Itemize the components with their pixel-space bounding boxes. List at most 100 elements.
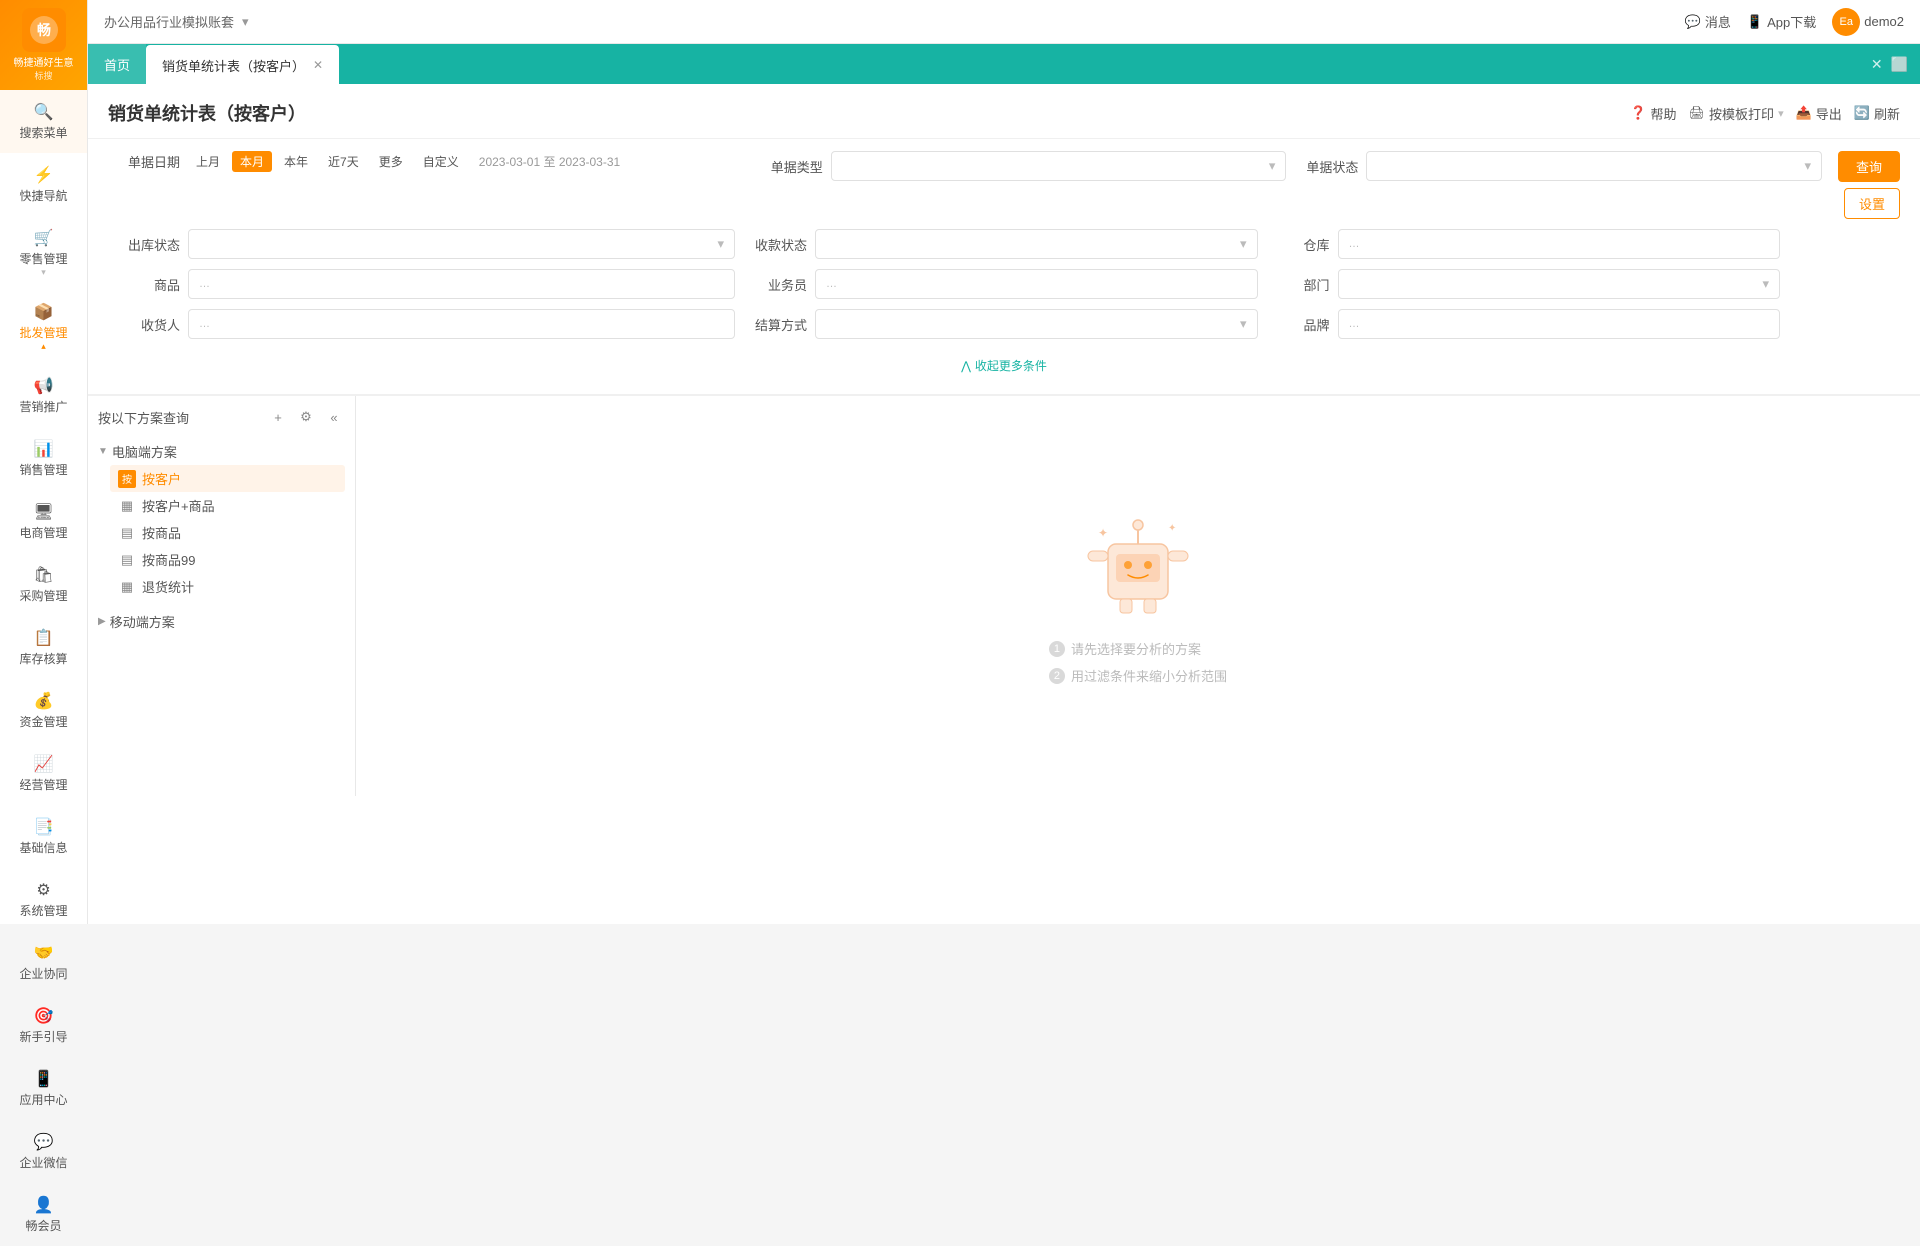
export-label: 导出: [1816, 104, 1842, 123]
sidebar-item-management[interactable]: 📈 经营管理: [0, 742, 87, 805]
sidebar-item-search[interactable]: 🔍 搜索菜单: [0, 90, 87, 153]
retail-icon: 🛒: [34, 228, 54, 248]
sidebar-item-label: 搜索菜单: [19, 124, 67, 141]
scheme-settings-button[interactable]: ⚙: [295, 406, 317, 428]
avatar: Ea: [1832, 8, 1860, 36]
brand-select[interactable]: …: [1338, 309, 1781, 339]
sidebar-item-wholesale[interactable]: 📦 批发管理 ▴: [0, 290, 87, 364]
sidebar-item-member[interactable]: 👤 畅会员: [0, 1183, 87, 1246]
template-print-arrow: ▾: [1778, 107, 1784, 120]
settings-icon: ⚙: [300, 409, 312, 425]
scheme-by-product99[interactable]: ▤ 按商品99: [110, 546, 345, 573]
app-download-button[interactable]: 📱 App下载: [1747, 12, 1816, 31]
tabbar-actions: ✕ ⬜: [1871, 56, 1920, 73]
date-shortcut-more[interactable]: 更多: [371, 151, 411, 172]
goods-select[interactable]: …: [188, 269, 735, 299]
empty-tip-1: 1 请先选择要分析的方案: [1049, 639, 1227, 658]
tab-close-icon[interactable]: ✕: [313, 58, 323, 72]
scheme-return-stat[interactable]: ▦ 退货统计: [110, 573, 345, 600]
date-label: 单据日期: [108, 152, 188, 171]
sidebar-item-label: 库存核算: [19, 650, 67, 667]
date-shortcut-this-month[interactable]: 本月: [232, 151, 272, 172]
date-range-display: 2023-03-01 至 2023-03-31: [479, 153, 620, 170]
sidebar-item-marketing[interactable]: 📢 营销推广: [0, 364, 87, 427]
settings-button[interactable]: 设置: [1844, 188, 1900, 219]
page-header: 销货单统计表（按客户） ❓ 帮助 🖨 按模板打印 ▾ 📤 导出 🔄 刷新: [88, 84, 1920, 139]
sidebar-item-purchase[interactable]: 🛍 采购管理: [0, 553, 87, 616]
tab-sales-stat[interactable]: 销货单统计表（按客户） ✕: [146, 45, 339, 85]
sidebar-item-ecommerce[interactable]: 🖥 电商管理: [0, 490, 87, 553]
mobile-scheme-label: 移动端方案: [110, 612, 175, 631]
mobile-scheme-group[interactable]: ▶ 移动端方案: [98, 608, 345, 635]
export-button[interactable]: 📤 导出: [1796, 104, 1842, 123]
tab-minimize-icon[interactable]: ✕: [1871, 56, 1883, 73]
app-logo[interactable]: 畅 畅捷通好生意 标搜: [0, 0, 87, 90]
receiver-select[interactable]: …: [188, 309, 735, 339]
sidebar-item-quick-nav[interactable]: ⚡ 快捷导航: [0, 153, 87, 216]
tab-maximize-icon[interactable]: ⬜: [1891, 56, 1908, 73]
sidebar-item-finance[interactable]: 💰 资金管理: [0, 679, 87, 742]
sidebar-item-app-center[interactable]: 📱 应用中心: [0, 1057, 87, 1120]
out-status-select[interactable]: ▾: [188, 229, 735, 259]
sidebar-item-retail[interactable]: 🛒 零售管理 ▾: [0, 216, 87, 290]
sidebar-item-corp-collab[interactable]: 🤝 企业协同: [0, 931, 87, 994]
topbar-dropdown-icon[interactable]: ▾: [242, 14, 249, 30]
tree-expand-right-icon: ▶: [98, 616, 106, 627]
payment-select[interactable]: ▾: [815, 229, 1258, 259]
refresh-button[interactable]: 🔄 刷新: [1854, 104, 1900, 123]
refresh-icon: 🔄: [1854, 105, 1870, 121]
dept-select[interactable]: ▾: [1338, 269, 1781, 299]
status-label: 单据状态: [1286, 157, 1366, 176]
sidebar-item-basic-info[interactable]: 📑 基础信息: [0, 805, 87, 868]
sidebar-item-label: 基础信息: [19, 839, 67, 856]
type-select[interactable]: ▾: [831, 151, 1287, 181]
query-button[interactable]: 查询: [1838, 151, 1900, 182]
topbar-title: 办公用品行业模拟账套: [104, 12, 234, 31]
chevron-up-icon: ▴: [41, 341, 46, 352]
sales-icon: 📊: [34, 439, 54, 459]
purchase-icon: 🛍: [33, 565, 53, 585]
staff-select[interactable]: …: [815, 269, 1258, 299]
chevron-down-icon: ▾: [41, 267, 46, 278]
left-panel: 按以下方案查询 + ⚙ « ▼: [88, 396, 356, 796]
main-body: ✦ ✦ 1 请先选择要分析的方案 2 用过滤条件来缩小分析范围: [356, 396, 1920, 796]
date-shortcut-this-year[interactable]: 本年: [276, 151, 316, 172]
warehouse-select[interactable]: …: [1338, 229, 1781, 259]
sidebar-item-label: 采购管理: [19, 587, 67, 604]
desktop-scheme-group[interactable]: ▼ 电脑端方案: [98, 438, 345, 465]
scheme-by-customer[interactable]: 按 按客户: [110, 465, 345, 492]
add-scheme-button[interactable]: +: [267, 406, 289, 428]
collapse-label: 收起更多条件: [975, 357, 1047, 374]
scheme-by-customer-product[interactable]: ▦ 按客户+商品: [110, 492, 345, 519]
sidebar-item-inventory[interactable]: 📋 库存核算: [0, 616, 87, 679]
collapse-button[interactable]: ⋀ 收起更多条件: [108, 349, 1900, 382]
date-shortcut-custom[interactable]: 自定义: [415, 151, 467, 172]
sidebar-item-system[interactable]: ⚙ 系统管理: [0, 868, 87, 931]
sidebar-item-sales[interactable]: 📊 销售管理: [0, 427, 87, 490]
warehouse-ellipsis-icon: …: [1349, 238, 1360, 250]
scheme-by-product[interactable]: ▤ 按商品: [110, 519, 345, 546]
date-shortcuts: 上月 本月 本年 近7天 更多 自定义: [188, 151, 467, 172]
settlement-cell: 结算方式 ▾: [735, 309, 1258, 339]
message-button[interactable]: 💬 消息: [1685, 12, 1731, 31]
collapse-panel-button[interactable]: «: [323, 406, 345, 428]
svg-text:畅: 畅: [37, 22, 51, 38]
user-profile[interactable]: Ea demo2: [1832, 8, 1904, 36]
tab-home[interactable]: 首页: [88, 44, 146, 84]
export-icon: 📤: [1796, 105, 1812, 121]
settlement-select[interactable]: ▾: [815, 309, 1258, 339]
user-name: demo2: [1864, 14, 1904, 29]
brand-cell: 品牌 …: [1258, 309, 1781, 339]
sidebar-item-wechat[interactable]: 💬 企业微信: [0, 1120, 87, 1183]
tip2-text: 用过滤条件来缩小分析范围: [1071, 666, 1227, 685]
wholesale-icon: 📦: [34, 302, 54, 322]
logo-text: 畅捷通好生意: [14, 54, 74, 69]
date-shortcut-last-month[interactable]: 上月: [188, 151, 228, 172]
template-print-button[interactable]: 🖨 按模板打印 ▾: [1689, 104, 1784, 123]
help-button[interactable]: ❓ 帮助: [1630, 104, 1676, 123]
ecommerce-icon: 🖥: [33, 502, 53, 522]
status-select[interactable]: ▾: [1366, 151, 1822, 181]
search-icon: 🔍: [34, 102, 54, 122]
sidebar-item-beginner[interactable]: 🎯 新手引导: [0, 994, 87, 1057]
date-shortcut-last-7[interactable]: 近7天: [320, 151, 367, 172]
